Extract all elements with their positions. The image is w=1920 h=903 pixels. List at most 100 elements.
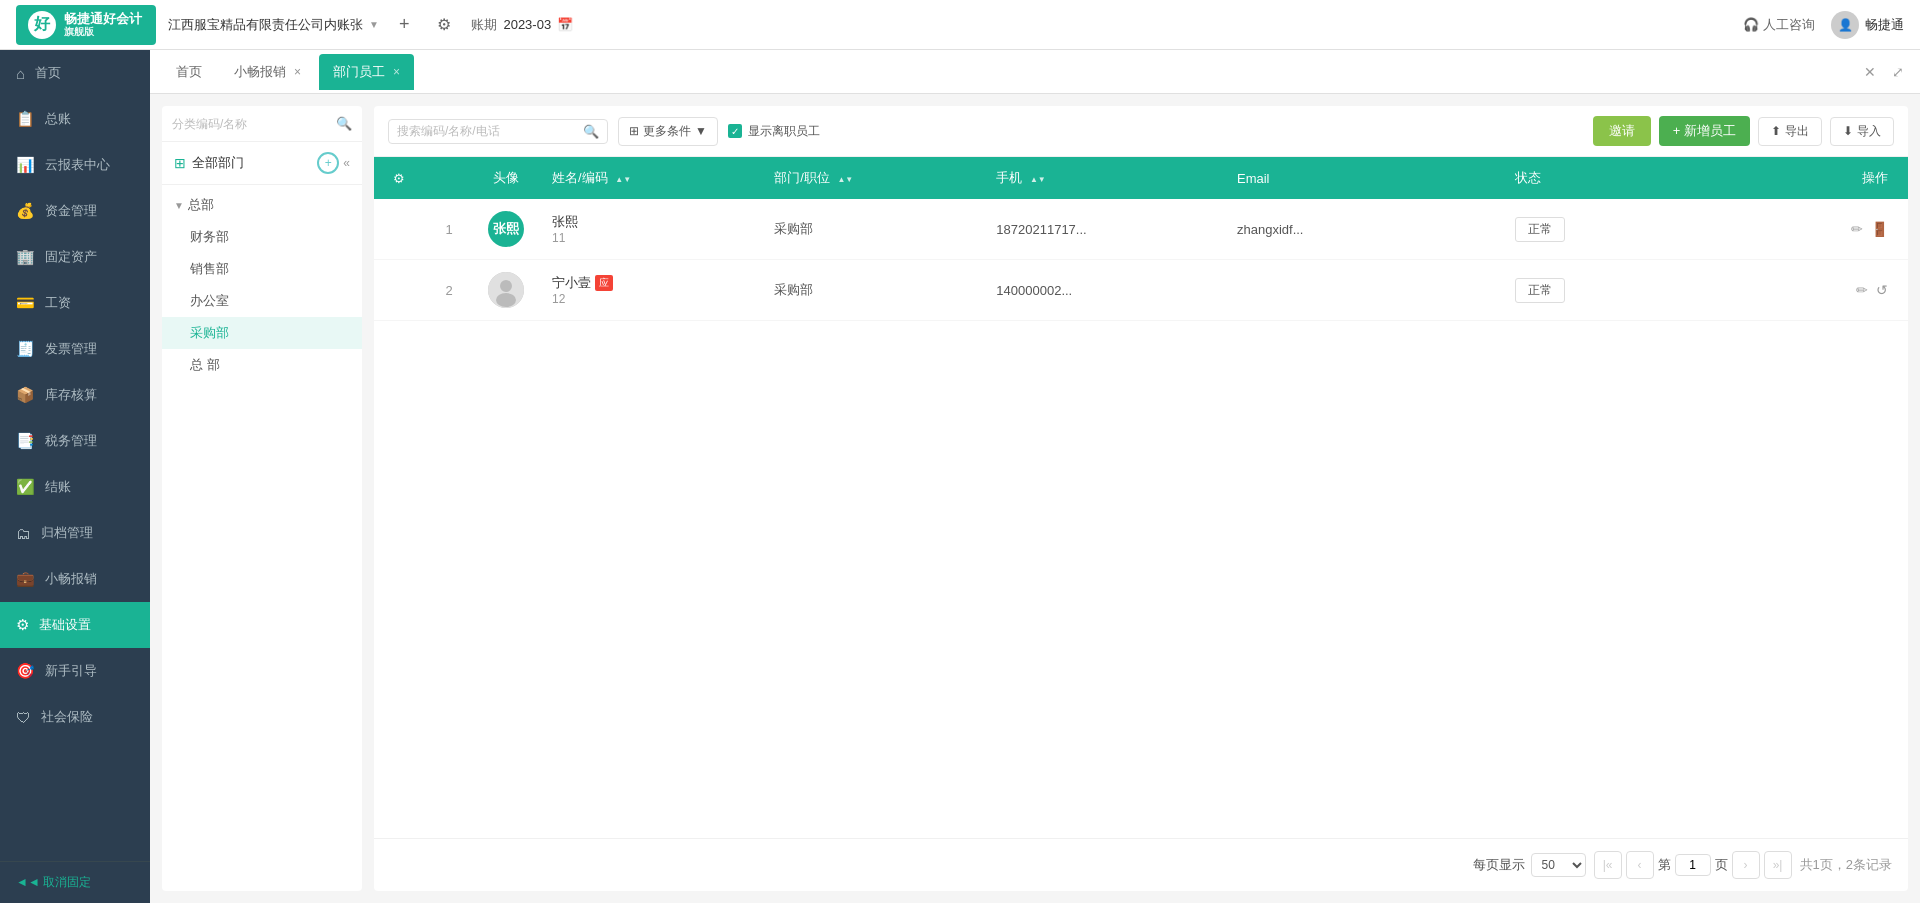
sidebar-item-settings[interactable]: ⚙ 基础设置 (0, 602, 150, 648)
add-employee-button[interactable]: + 新增员工 (1659, 116, 1750, 146)
dept-node-sales[interactable]: 销售部 (162, 253, 362, 285)
dept-node-label: 总部 (188, 196, 214, 214)
left-panel: 🔍 ⊞ 全部部门 + « ▼ 总部 (162, 106, 362, 891)
add-dept-button[interactable]: + (317, 152, 339, 174)
page-label: 页 (1715, 856, 1728, 874)
page-size-select[interactable]: 50 10 20 100 (1531, 853, 1586, 877)
row2-avatar-img (488, 272, 524, 308)
employee-table-container: ⚙ 头像 姓名/编码 ▲▼ 部门/职位 ▲▼ (374, 157, 1908, 838)
col-phone-header[interactable]: 手机 ▲▼ (982, 157, 1223, 199)
row2-index: 2 (424, 260, 474, 321)
export-button[interactable]: ⬆ 导出 (1758, 117, 1822, 146)
sidebar-item-funds[interactable]: 💰 资金管理 (0, 188, 150, 234)
tab-employees[interactable]: 部门员工 × (319, 54, 414, 90)
tab-expense-label: 小畅报销 (234, 63, 286, 81)
tax-icon: 📑 (16, 432, 35, 450)
row2-refresh-icon[interactable]: ↺ (1876, 282, 1888, 298)
settings-gear-icon[interactable]: ⚙ (429, 11, 459, 38)
invite-button[interactable]: 邀请 (1593, 116, 1651, 146)
period-value: 2023-03 (503, 17, 551, 32)
cancel-fixed-button[interactable]: ◄◄ 取消固定 (0, 861, 150, 903)
dept-node-zongbu-parent[interactable]: ▼ 总部 (162, 189, 362, 221)
tab-expense[interactable]: 小畅报销 × (220, 54, 315, 90)
show-resign-checkbox[interactable] (728, 124, 742, 138)
sidebar-item-archive[interactable]: 🗂 归档管理 (0, 510, 150, 556)
first-page-button[interactable]: |« (1594, 851, 1622, 879)
add-company-button[interactable]: + (391, 10, 418, 39)
filter-button[interactable]: ⊞ 更多条件 ▼ (618, 117, 718, 146)
dept-node-finance[interactable]: 财务部 (162, 221, 362, 253)
col-dept-header[interactable]: 部门/职位 ▲▼ (760, 157, 982, 199)
sidebar-item-expense[interactable]: 💼 小畅报销 (0, 556, 150, 602)
dept-node-label: 总 部 (190, 356, 220, 374)
company-selector[interactable]: 江西服宝精品有限责任公司内账张 ▼ (168, 16, 379, 34)
page-content: 🔍 ⊞ 全部部门 + « ▼ 总部 (150, 94, 1920, 903)
tab-home[interactable]: 首页 (162, 54, 216, 90)
collapse-dept-icon[interactable]: « (343, 156, 350, 170)
page-total: 共1页，2条记录 (1800, 856, 1892, 874)
next-page-button[interactable]: › (1732, 851, 1760, 879)
filter-label: 更多条件 (643, 123, 691, 140)
last-page-button[interactable]: »| (1764, 851, 1792, 879)
row1-actions: ✏ 🚪 (1723, 199, 1908, 260)
tab-employees-close-icon[interactable]: × (393, 65, 400, 79)
sidebar-item-tax[interactable]: 📑 税务管理 (0, 418, 150, 464)
row2-code: 12 (552, 292, 746, 306)
user-area[interactable]: 👤 畅捷通 (1831, 11, 1904, 39)
logo-icon: 好 (28, 11, 56, 39)
sidebar-item-inventory[interactable]: 📦 库存核算 (0, 372, 150, 418)
dept-node-office[interactable]: 办公室 (162, 285, 362, 317)
salary-icon: 💳 (16, 294, 35, 312)
row1-select[interactable] (374, 199, 424, 260)
all-dept-label: 全部部门 (192, 154, 244, 172)
row2-edit-icon[interactable]: ✏ (1856, 282, 1868, 298)
svg-point-1 (500, 280, 512, 292)
calendar-icon[interactable]: 📅 (557, 17, 573, 32)
row2-name-cell: 宁小壹 应 12 (538, 260, 760, 321)
sidebar-item-label: 归档管理 (41, 524, 93, 542)
dept-search-input[interactable] (172, 117, 330, 131)
row2-select[interactable] (374, 260, 424, 321)
row1-avatar: 张熙 (474, 199, 538, 260)
sidebar-item-insurance[interactable]: 🛡 社会保险 (0, 694, 150, 740)
dept-node-purchase[interactable]: 采购部 (162, 317, 362, 349)
service-button[interactable]: 🎧 人工咨询 (1743, 16, 1815, 34)
tab-expense-close-icon[interactable]: × (294, 65, 301, 79)
tab-employees-label: 部门员工 (333, 63, 385, 81)
prev-page-button[interactable]: ‹ (1626, 851, 1654, 879)
col-settings-header[interactable]: ⚙ (374, 157, 424, 199)
col-name-header[interactable]: 姓名/编码 ▲▼ (538, 157, 760, 199)
sidebar-item-label: 基础设置 (39, 616, 91, 634)
sidebar-item-checkout[interactable]: ✅ 结账 (0, 464, 150, 510)
tab-expand-icon[interactable]: ⤢ (1888, 60, 1908, 84)
row1-edit-icon[interactable]: ✏ (1851, 221, 1863, 237)
sidebar-item-reports[interactable]: 📊 云报表中心 (0, 142, 150, 188)
row1-code: 11 (552, 231, 746, 245)
sidebar-item-guide[interactable]: 🎯 新手引导 (0, 648, 150, 694)
row1-name: 张熙 (552, 213, 746, 231)
import-button[interactable]: ⬇ 导入 (1830, 117, 1894, 146)
sidebar-item-salary[interactable]: 💳 工资 (0, 280, 150, 326)
sidebar-item-invoice[interactable]: 🧾 发票管理 (0, 326, 150, 372)
tab-close-all-icon[interactable]: ✕ (1860, 60, 1880, 84)
sidebar-item-label: 固定资产 (45, 248, 97, 266)
col-email-header: Email (1223, 157, 1501, 199)
sidebar-item-assets[interactable]: 🏢 固定资产 (0, 234, 150, 280)
tab-bar-actions: ✕ ⤢ (1860, 60, 1908, 84)
import-label: 导入 (1857, 123, 1881, 140)
employee-search-input[interactable] (397, 124, 577, 138)
row2-phone: 140000002... (982, 260, 1223, 321)
sidebar-item-home[interactable]: ⌂ 首页 (0, 50, 150, 96)
dept-node-headquarters[interactable]: 总 部 (162, 349, 362, 381)
per-page-label: 每页显示 (1473, 856, 1525, 874)
page-text: 第 (1658, 856, 1671, 874)
tab-bar: 首页 小畅报销 × 部门员工 × ✕ ⤢ (150, 50, 1920, 94)
show-resign-label: 显示离职员工 (748, 123, 820, 140)
phone-sort-icon: ▲▼ (1030, 175, 1046, 184)
sidebar-item-ledger[interactable]: 📋 总账 (0, 96, 150, 142)
employee-search-icon[interactable]: 🔍 (583, 124, 599, 139)
row1-delete-icon[interactable]: 🚪 (1871, 221, 1888, 237)
company-name: 江西服宝精品有限责任公司内账张 (168, 16, 363, 34)
dept-search-icon[interactable]: 🔍 (336, 116, 352, 131)
page-number-input[interactable] (1675, 854, 1711, 876)
